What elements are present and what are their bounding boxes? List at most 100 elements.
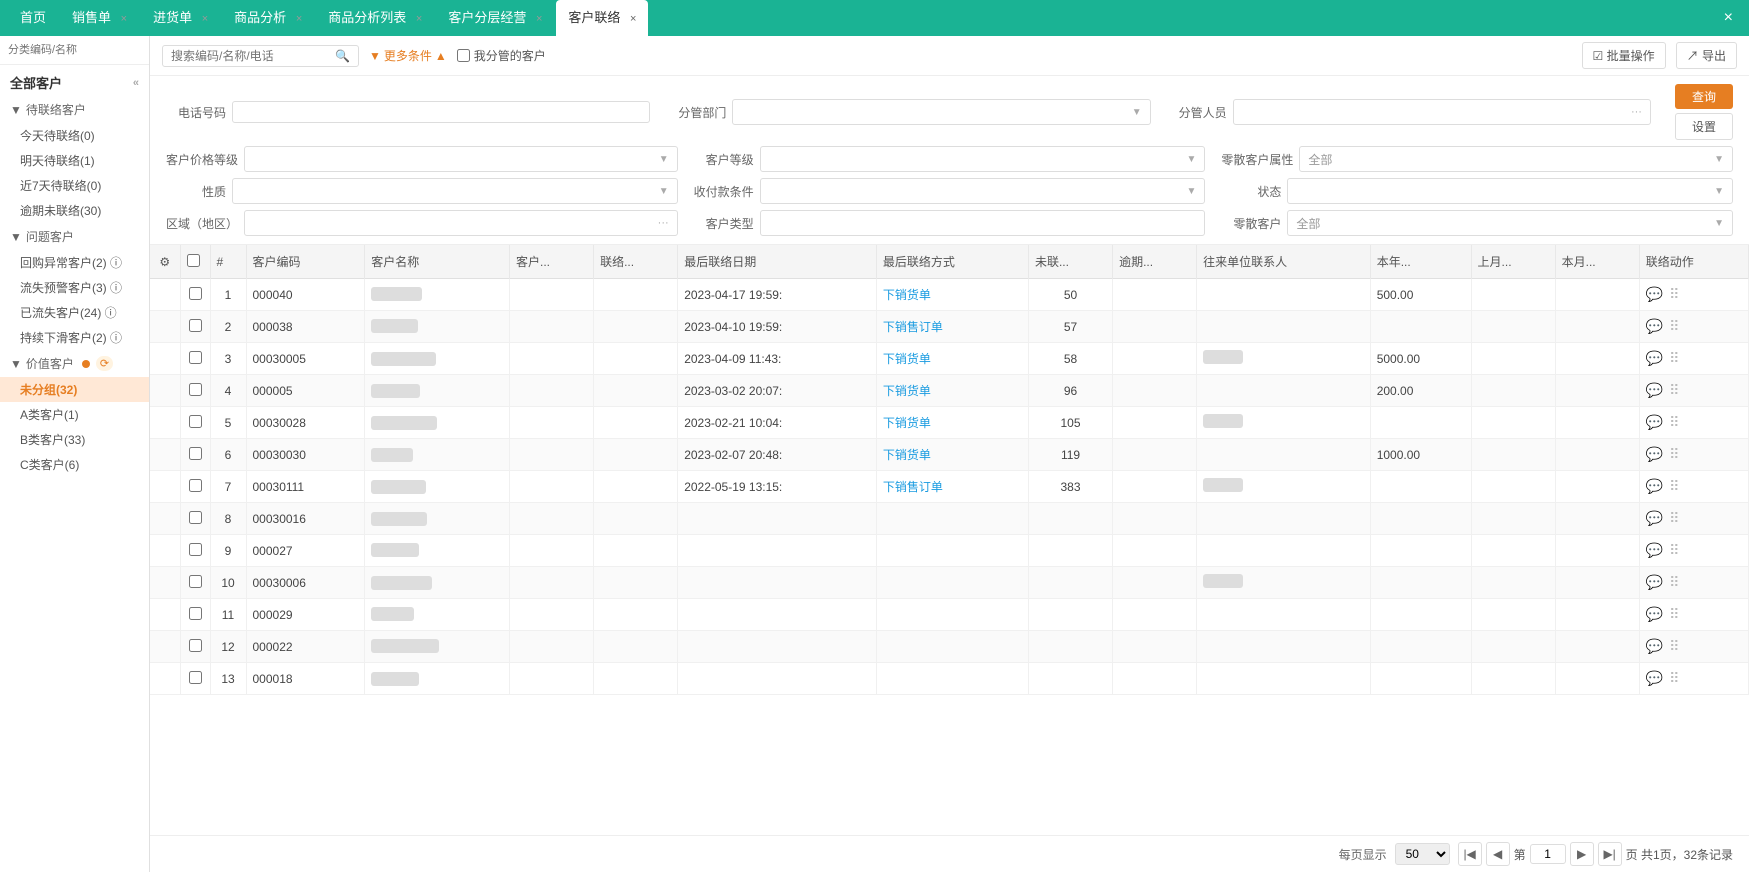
this-year-column-header[interactable]: 本年... [1370, 245, 1471, 279]
grid-icon[interactable]: ⠿ [1669, 638, 1679, 655]
row-checkbox[interactable] [180, 375, 210, 407]
row-checkbox[interactable] [180, 631, 210, 663]
checkbox-column-header[interactable] [180, 245, 210, 279]
customer-type-select[interactable] [760, 210, 1206, 236]
payment-select[interactable]: ▼ [760, 178, 1206, 204]
sidebar-item-tomorrow[interactable]: 明天待联络(1) [0, 148, 149, 173]
message-icon[interactable]: 💬 [1646, 350, 1663, 367]
last-page-button[interactable]: ▶| [1598, 842, 1622, 866]
close-customer-contact-tab[interactable]: × [630, 13, 636, 25]
tab-product-analysis[interactable]: 商品分析 × [222, 0, 314, 36]
sidebar-item-b-class[interactable]: B类客户(33) [0, 427, 149, 452]
message-icon[interactable]: 💬 [1646, 606, 1663, 623]
first-page-button[interactable]: |◀ [1458, 842, 1482, 866]
dept-select[interactable]: ▼ [732, 99, 1150, 125]
row-checkbox[interactable] [180, 503, 210, 535]
message-icon[interactable]: 💬 [1646, 446, 1663, 463]
tab-purchase[interactable]: 进货单 × [141, 0, 220, 36]
message-icon[interactable]: 💬 [1646, 382, 1663, 399]
my-customers-checkbox[interactable] [457, 49, 470, 62]
close-customer-segment-tab[interactable]: × [536, 13, 542, 25]
unit-contact-column-header[interactable]: 往来单位联系人 [1197, 245, 1371, 279]
window-close-button[interactable]: × [1716, 9, 1741, 27]
message-icon[interactable]: 💬 [1646, 510, 1663, 527]
tab-sales[interactable]: 销售单 × [60, 0, 139, 36]
grid-icon[interactable]: ⠿ [1669, 670, 1679, 687]
sidebar-item-churn-risk[interactable]: 流失预警客户(3) ⓘ [0, 275, 149, 300]
more-conditions-button[interactable]: ▼ 更多条件 ▲ [369, 47, 447, 64]
message-icon[interactable]: 💬 [1646, 574, 1663, 591]
per-page-select[interactable]: 50 20 100 [1395, 843, 1450, 865]
sidebar-item-7days[interactable]: 近7天待联络(0) [0, 173, 149, 198]
grid-icon[interactable]: ⠿ [1669, 414, 1679, 431]
type-column-header[interactable]: 客户... [510, 245, 594, 279]
retail-customer-select[interactable]: 全部 ▼ [1287, 210, 1733, 236]
query-button[interactable]: 查询 [1675, 84, 1733, 109]
settings-column-header[interactable]: ⚙ [150, 245, 180, 279]
grid-icon[interactable]: ⠿ [1669, 382, 1679, 399]
sidebar-item-today[interactable]: 今天待联络(0) [0, 123, 149, 148]
grid-icon[interactable]: ⠿ [1669, 542, 1679, 559]
filter-search-input[interactable] [171, 49, 331, 63]
region-select[interactable]: ··· [244, 210, 678, 236]
overdue-column-header[interactable]: 逾期... [1113, 245, 1197, 279]
sidebar-group-pending[interactable]: ▼ 待联络客户 [0, 96, 149, 123]
sidebar-item-declining[interactable]: 持续下滑客户(2) ⓘ [0, 325, 149, 350]
grid-icon[interactable]: ⠿ [1669, 574, 1679, 591]
close-product-list-tab[interactable]: × [416, 13, 422, 25]
row-checkbox[interactable] [180, 311, 210, 343]
message-icon[interactable]: 💬 [1646, 638, 1663, 655]
row-checkbox[interactable] [180, 407, 210, 439]
price-level-select[interactable]: ▼ [244, 146, 678, 172]
row-checkbox[interactable] [180, 535, 210, 567]
sidebar-item-abnormal[interactable]: 回购异常客户(2) ⓘ [0, 250, 149, 275]
sidebar-search-input[interactable] [8, 44, 150, 56]
name-column-header[interactable]: 客户名称 [365, 245, 510, 279]
message-icon[interactable]: 💬 [1646, 318, 1663, 335]
tab-product-list[interactable]: 商品分析列表 × [316, 0, 434, 36]
sidebar-group-problem[interactable]: ▼ 问题客户 [0, 223, 149, 250]
phone-input[interactable] [232, 101, 650, 123]
sidebar-collapse-icon[interactable]: « [133, 77, 139, 89]
sidebar-item-c-class[interactable]: C类客户(6) [0, 452, 149, 477]
code-column-header[interactable]: 客户编码 [246, 245, 365, 279]
page-input[interactable] [1530, 844, 1566, 864]
row-checkbox[interactable] [180, 439, 210, 471]
tab-customer-contact[interactable]: 客户联络 × [556, 0, 648, 36]
grid-icon[interactable]: ⠿ [1669, 510, 1679, 527]
message-icon[interactable]: 💬 [1646, 542, 1663, 559]
tab-home[interactable]: 首页 [8, 0, 58, 36]
last-contact-method-column-header[interactable]: 最后联络方式 [876, 245, 1028, 279]
grid-icon[interactable]: ⠿ [1669, 478, 1679, 495]
close-sales-tab[interactable]: × [121, 13, 127, 25]
row-checkbox[interactable] [180, 471, 210, 503]
nature-select[interactable]: ▼ [232, 178, 678, 204]
row-checkbox[interactable] [180, 567, 210, 599]
no-contact-column-header[interactable]: 未联... [1028, 245, 1112, 279]
message-icon[interactable]: 💬 [1646, 670, 1663, 687]
grid-icon[interactable]: ⠿ [1669, 318, 1679, 335]
row-checkbox[interactable] [180, 279, 210, 311]
tab-customer-segment[interactable]: 客户分层经营 × [436, 0, 554, 36]
select-all-checkbox[interactable] [187, 254, 200, 267]
row-checkbox[interactable] [180, 663, 210, 695]
grid-icon[interactable]: ⠿ [1669, 606, 1679, 623]
status-select[interactable]: ▼ [1287, 178, 1733, 204]
row-checkbox[interactable] [180, 343, 210, 375]
retail-attr-select[interactable]: 全部 ▼ [1299, 146, 1733, 172]
reset-button[interactable]: 设置 [1675, 113, 1733, 140]
message-icon[interactable]: 💬 [1646, 478, 1663, 495]
grid-icon[interactable]: ⠿ [1669, 350, 1679, 367]
batch-operation-button[interactable]: ☑ 批量操作 [1582, 42, 1666, 69]
message-icon[interactable]: 💬 [1646, 414, 1663, 431]
sidebar-item-ungraded[interactable]: 未分组(32) [0, 377, 149, 402]
sidebar-item-lost[interactable]: 已流失客户(24) ⓘ [0, 300, 149, 325]
last-month-column-header[interactable]: 上月... [1471, 245, 1555, 279]
next-page-button[interactable]: ▶ [1570, 842, 1594, 866]
sidebar-group-value[interactable]: ▼ 价值客户 ⟳ [0, 350, 149, 377]
message-icon[interactable]: 💬 [1646, 286, 1663, 303]
close-purchase-tab[interactable]: × [202, 13, 208, 25]
sidebar-item-a-class[interactable]: A类客户(1) [0, 402, 149, 427]
close-product-analysis-tab[interactable]: × [296, 13, 302, 25]
manager-select[interactable]: ··· [1233, 99, 1651, 125]
